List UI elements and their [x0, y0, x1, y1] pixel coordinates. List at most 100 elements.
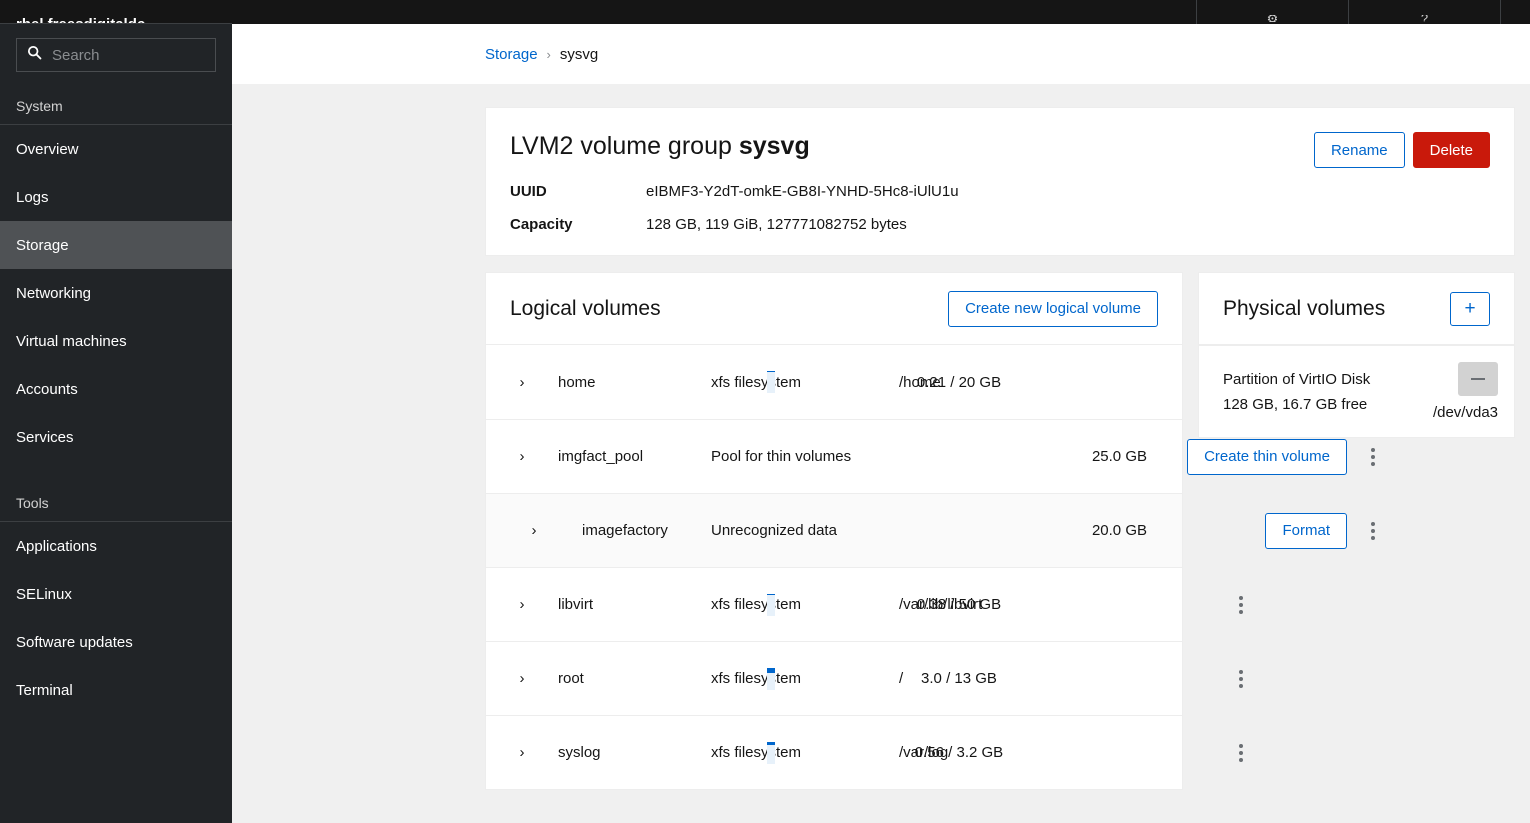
expand-toggle[interactable]: › [486, 523, 582, 538]
physical-volume-description: Partition of VirtIO Disk [1223, 371, 1370, 388]
volume-group-actions: Rename Delete [1314, 132, 1490, 168]
kebab-menu-icon[interactable] [1351, 522, 1395, 540]
field-capacity: Capacity 128 GB, 119 GiB, 127771082752 b… [510, 216, 1490, 233]
page-content: LVM2 volume group sysvg Rename Delete UU… [232, 84, 1530, 823]
main-area: ⚙ ? Storage › sysvg LVM2 volume group sy… [232, 0, 1530, 823]
list-item: Partition of VirtIO Disk 128 GB, 16.7 GB … [1199, 345, 1514, 437]
rename-button[interactable]: Rename [1314, 132, 1405, 168]
sidebar-item-selinux[interactable]: SELinux [0, 570, 232, 618]
volume-size: 25.0 GB [899, 448, 1161, 465]
session-icon[interactable]: ⚙ [1196, 0, 1348, 24]
sidebar: rhel.freesdigitaldc System Overview Logs… [0, 0, 232, 823]
usage-fill [767, 742, 775, 746]
usage-bar [767, 371, 889, 393]
create-thin-volume-button[interactable]: Create thin volume [1187, 439, 1347, 475]
sidebar-item-overview[interactable]: Overview [0, 125, 232, 173]
kebab-menu-icon[interactable] [1219, 670, 1263, 688]
minus-icon [1471, 378, 1485, 380]
row-action-cell: Format [1161, 513, 1351, 549]
add-physical-volume-button[interactable]: + [1450, 292, 1490, 326]
physical-volumes-header: Physical volumes + [1199, 273, 1514, 345]
physical-volumes-card: Physical volumes + Partition of VirtIO D… [1198, 272, 1515, 438]
expand-toggle[interactable]: › [486, 375, 558, 390]
sidebar-search [0, 24, 232, 86]
usage-track [767, 371, 775, 393]
usage-fill [767, 594, 775, 595]
chevron-right-icon: › [520, 671, 525, 686]
search-box[interactable] [16, 38, 216, 72]
sidebar-item-applications[interactable]: Applications [0, 522, 232, 570]
help-icon[interactable]: ? [1348, 0, 1500, 24]
expand-toggle[interactable]: › [486, 671, 558, 686]
format-button[interactable]: Format [1265, 513, 1347, 549]
table-row: ›rootxfs filesystem/3.0 / 13 GB [486, 641, 1182, 715]
delete-button[interactable]: Delete [1413, 132, 1490, 168]
usage-text: 0.56 / 3.2 GB [889, 744, 1029, 761]
usage-text: 3.0 / 13 GB [889, 670, 1029, 687]
volume-name: home [558, 374, 711, 391]
table-row: ›syslogxfs filesystem/var/log0.56 / 3.2 … [486, 715, 1182, 789]
chevron-right-icon: › [520, 597, 525, 612]
physical-volume-capacity: 128 GB, 16.7 GB free [1223, 396, 1370, 413]
sidebar-item-label: Networking [16, 285, 91, 302]
brand-hostname: rhel.freesdigitaldc [0, 0, 232, 24]
kebab-menu-icon[interactable] [1219, 744, 1263, 762]
field-label: Capacity [510, 216, 646, 233]
volume-group-card: LVM2 volume group sysvg Rename Delete UU… [485, 107, 1515, 256]
sidebar-item-label: Storage [16, 237, 69, 254]
sidebar-item-networking[interactable]: Networking [0, 269, 232, 317]
sidebar-item-software-updates[interactable]: Software updates [0, 618, 232, 666]
kebab-menu-icon[interactable] [1219, 596, 1263, 614]
usage-text: 0.38 / 50 GB [889, 596, 1029, 613]
expand-toggle[interactable]: › [486, 449, 558, 464]
physical-volume-actions: /dev/vda3 [1433, 362, 1498, 421]
search-input[interactable] [52, 47, 205, 64]
usage-bar [767, 668, 889, 690]
nav-group-label-tools: Tools [0, 483, 232, 521]
chevron-right-icon: › [520, 375, 525, 390]
table-row: ›imagefactoryUnrecognized data20.0 GBFor… [486, 493, 1182, 567]
sidebar-item-services[interactable]: Services [0, 413, 232, 461]
create-new-logical-volume-button[interactable]: Create new logical volume [948, 291, 1158, 327]
volume-name: root [558, 670, 711, 687]
lower-columns: Logical volumes Create new logical volum… [485, 272, 1515, 790]
sidebar-item-label: SELinux [16, 586, 72, 603]
sidebar-item-label: Applications [16, 538, 97, 555]
remove-physical-volume-button[interactable] [1458, 362, 1498, 396]
volume-name: imagefactory [582, 522, 711, 539]
usage-bar [767, 594, 889, 616]
expand-toggle[interactable]: › [486, 745, 558, 760]
usage-fill [767, 668, 775, 673]
kebab-menu-icon[interactable] [1351, 448, 1395, 466]
expand-toggle[interactable]: › [486, 597, 558, 612]
table-row: ›imgfact_poolPool for thin volumes25.0 G… [486, 419, 1182, 493]
sidebar-item-accounts[interactable]: Accounts [0, 365, 232, 413]
breadcrumb-link-storage[interactable]: Storage [485, 46, 538, 63]
sidebar-item-label: Accounts [16, 381, 78, 398]
chevron-right-icon: › [532, 523, 537, 538]
usage-text: 0.21 / 20 GB [889, 374, 1029, 391]
volume-size: 20.0 GB [899, 522, 1161, 539]
sidebar-item-label: Services [16, 429, 74, 446]
topbar: ⚙ ? [232, 0, 1530, 24]
field-uuid: UUID eIBMF3-Y2dT-omkE-GB8I-YNHD-5Hc8-iUl… [510, 183, 1490, 200]
logical-volumes-table: ›homexfs filesystem/home0.21 / 20 GB›img… [486, 345, 1182, 789]
logical-volumes-header: Logical volumes Create new logical volum… [486, 273, 1182, 345]
volume-name: syslog [558, 744, 711, 761]
usage-track [767, 668, 775, 690]
chevron-right-icon: › [520, 745, 525, 760]
logical-volumes-card: Logical volumes Create new logical volum… [485, 272, 1183, 790]
page-title-prefix: LVM2 volume group [510, 132, 739, 160]
volume-type: Pool for thin volumes [711, 448, 899, 465]
search-icon [27, 45, 42, 65]
table-row: ›libvirtxfs filesystem/var/lib/libvirt0.… [486, 567, 1182, 641]
sidebar-item-virtual-machines[interactable]: Virtual machines [0, 317, 232, 365]
nav-spacer [0, 461, 232, 483]
sidebar-item-label: Virtual machines [16, 333, 127, 350]
physical-volume-device: /dev/vda3 [1433, 404, 1498, 421]
chevron-right-icon: › [547, 47, 551, 62]
sidebar-item-logs[interactable]: Logs [0, 173, 232, 221]
usage-fill [767, 371, 775, 372]
sidebar-item-storage[interactable]: Storage [0, 221, 232, 269]
sidebar-item-terminal[interactable]: Terminal [0, 666, 232, 714]
